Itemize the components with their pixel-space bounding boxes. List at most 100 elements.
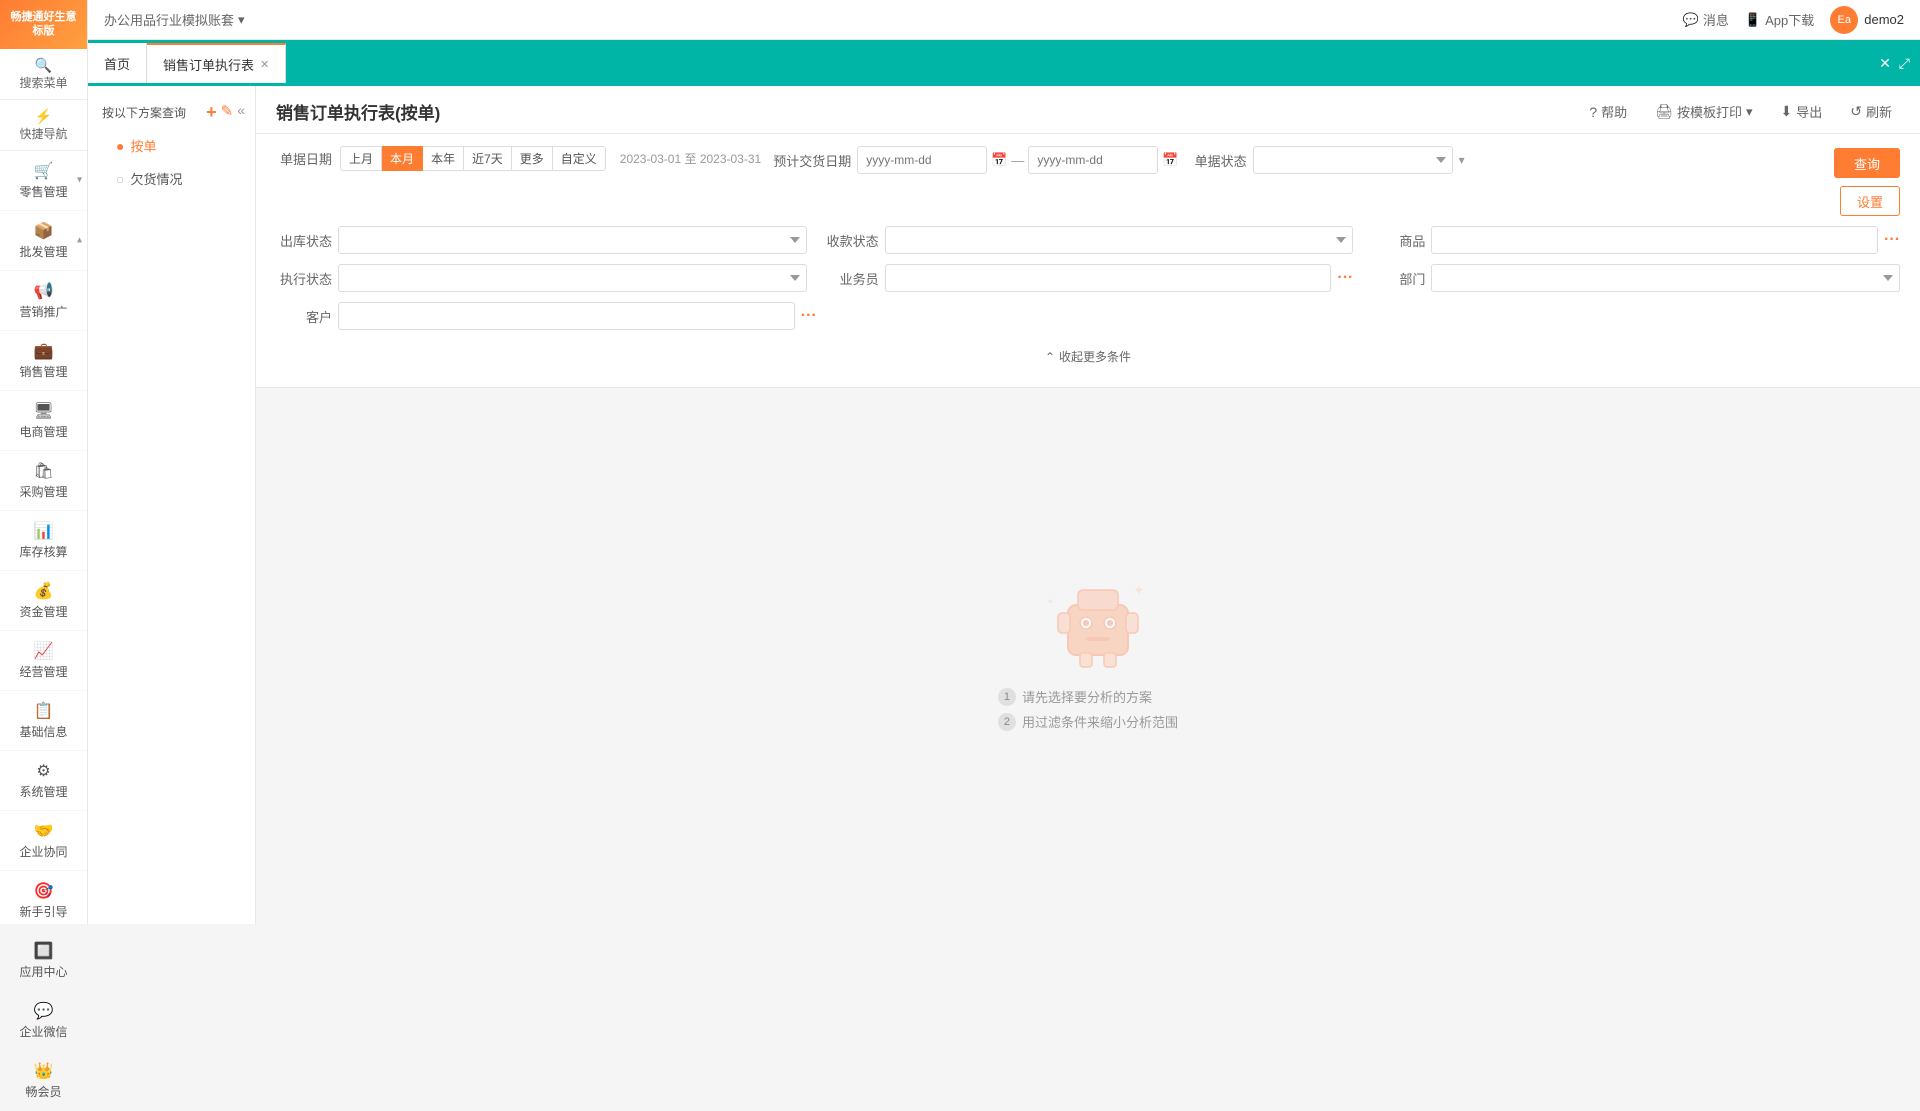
empty-illustration: ✦ ✦ [1038, 575, 1138, 675]
filter-row-4: 客户 ··· [276, 302, 1900, 330]
sidebar-item-inventory[interactable]: 📊 库存核算 [0, 511, 87, 571]
customer-group: 客户 ··· [276, 302, 817, 330]
receipt-status-select[interactable] [885, 226, 1354, 254]
topbar-title[interactable]: 办公用品行业模拟账套 ▾ [104, 10, 245, 29]
add-scheme-button[interactable]: + [206, 102, 217, 123]
inventory-icon: 📊 [34, 521, 54, 541]
user-profile[interactable]: Ea demo2 [1830, 6, 1904, 34]
collapse-panel-button[interactable]: « [237, 102, 245, 123]
page-title: 销售订单执行表(按单) [276, 99, 440, 124]
date-btn-this-year[interactable]: 本年 [423, 146, 464, 171]
scheme-item-by-order[interactable]: ● 按单 [88, 129, 255, 162]
date-btn-more[interactable]: 更多 [512, 146, 553, 171]
customer-more-icon[interactable]: ··· [801, 307, 817, 325]
customer-input[interactable] [338, 302, 795, 330]
expected-date-label: 预计交货日期 [773, 151, 851, 170]
left-panel-header: 按以下方案查询 + ✎ « [88, 96, 255, 129]
apps-icon: 🔲 [34, 941, 54, 961]
expected-date-to[interactable] [1028, 146, 1158, 174]
query-button[interactable]: 查询 [1834, 148, 1900, 178]
sidebar-quick-nav[interactable]: ⚡ 快捷导航 [0, 100, 87, 151]
receipt-status-label: 收款状态 [823, 231, 879, 250]
filter-row-3: 执行状态 业务员 ··· 部门 [276, 264, 1900, 292]
sidebar-item-system[interactable]: ⚙ 系统管理 [0, 751, 87, 811]
doc-status-select[interactable] [1253, 146, 1453, 174]
expected-date-group: 预计交货日期 📅 — 📅 [773, 146, 1178, 174]
goods-input[interactable] [1431, 226, 1878, 254]
date-btn-7days[interactable]: 近7天 [464, 146, 512, 171]
left-panel: 按以下方案查询 + ✎ « ● 按单 ○ 欠货情况 [88, 86, 256, 924]
sidebar-item-corp[interactable]: 🤝 企业协同 [0, 811, 87, 871]
by-order-icon: ● [116, 138, 124, 154]
export-icon: ⬇ [1781, 103, 1793, 120]
date-btn-custom[interactable]: 自定义 [553, 146, 606, 171]
sidebar-item-marketing[interactable]: 📢 营销推广 [0, 271, 87, 331]
date-label: 单据日期 [276, 149, 332, 168]
date-to-calendar-icon[interactable]: 📅 [1162, 152, 1178, 168]
topbar-right: 💬 消息 📱 App下载 Ea demo2 [1683, 6, 1904, 34]
purchase-icon: 🛍 [33, 461, 53, 481]
edit-scheme-button[interactable]: ✎ [221, 102, 234, 123]
topbar: 办公用品行业模拟账套 ▾ 💬 消息 📱 App下载 Ea demo2 [88, 0, 1920, 40]
main-content: ✦ ✦ 1 请先选择要分析的方案 2 用过滤条件来缩小分析范围 [256, 388, 1920, 924]
sidebar-item-wholesale[interactable]: 📦 批发管理 ▴ [0, 211, 87, 271]
sales-person-more-icon[interactable]: ··· [1337, 269, 1353, 287]
export-button[interactable]: ⬇ 导出 [1773, 98, 1831, 125]
svg-text:✦: ✦ [1046, 597, 1054, 608]
doc-status-label: 单据状态 [1191, 151, 1247, 170]
main-area: 办公用品行业模拟账套 ▾ 💬 消息 📱 App下载 Ea demo2 首页 销售… [88, 0, 1920, 924]
by-debt-icon: ○ [116, 171, 124, 187]
sidebar-item-retail[interactable]: 🛒 零售管理 ▾ [0, 151, 87, 211]
tab-expand-button[interactable]: ⤢ [1899, 55, 1910, 72]
download-icon: 📱 [1745, 12, 1761, 28]
sidebar-item-wechat[interactable]: 💬 企业微信 [0, 991, 87, 1051]
tab-close-button[interactable]: ✕ [1879, 55, 1891, 72]
tab-sales-exec[interactable]: 销售订单执行表 ✕ [147, 43, 286, 83]
sidebar-item-newbie[interactable]: 🎯 新手引导 [0, 871, 87, 931]
sales-person-input[interactable] [885, 264, 1332, 292]
message-button[interactable]: 💬 消息 [1683, 10, 1729, 29]
date-range-display: 2023-03-01 至 2023-03-31 [620, 150, 761, 167]
collapse-button[interactable]: ⌃ 收起更多条件 [276, 342, 1900, 371]
sidebar-item-purchase[interactable]: 🛍 采购管理 [0, 451, 87, 511]
app-logo[interactable]: 畅捷通好生意 标版 [0, 0, 87, 49]
date-filter-group: 单据日期 上月 本月 本年 近7天 更多 自定义 2023-03-01 至 20… [276, 146, 761, 171]
operation-icon: 📈 [34, 641, 54, 661]
sidebar-search[interactable]: 🔍 搜索菜单 [0, 49, 87, 100]
customer-label: 客户 [276, 307, 332, 326]
svg-text:✦: ✦ [1133, 582, 1145, 598]
exec-status-group: 执行状态 [276, 264, 807, 292]
tab-home[interactable]: 首页 [88, 43, 147, 83]
out-status-select[interactable] [338, 226, 807, 254]
help-button[interactable]: ? 帮助 [1581, 98, 1635, 125]
date-btn-last-month[interactable]: 上月 [340, 146, 382, 171]
settings-button[interactable]: 设置 [1840, 186, 1900, 216]
exec-status-select[interactable] [338, 264, 807, 292]
refresh-button[interactable]: ↺ 刷新 [1842, 98, 1900, 125]
tab-close-icon[interactable]: ✕ [260, 58, 269, 71]
sidebar-item-basic[interactable]: 📋 基础信息 [0, 691, 87, 751]
app-download-button[interactable]: 📱 App下载 [1745, 10, 1814, 29]
print-icon: 🖨 [1655, 103, 1673, 120]
scheme-item-by-debt[interactable]: ○ 欠货情况 [88, 162, 255, 195]
sidebar-item-apps[interactable]: 🔲 应用中心 [0, 931, 87, 991]
left-panel-actions: + ✎ « [206, 102, 245, 123]
dept-select[interactable] [1431, 264, 1900, 292]
print-button[interactable]: 🖨 按模板打印 ▾ [1647, 98, 1760, 125]
date-from-calendar-icon[interactable]: 📅 [991, 152, 1007, 168]
dept-label: 部门 [1369, 269, 1425, 288]
sidebar-item-sales[interactable]: 💼 销售管理 [0, 331, 87, 391]
sidebar-item-operation[interactable]: 📈 经营管理 [0, 631, 87, 691]
sidebar-item-ecommerce[interactable]: 🖥 电商管理 [0, 391, 87, 451]
sidebar-item-finance[interactable]: 💰 资金管理 [0, 571, 87, 631]
dept-group: 部门 [1369, 264, 1900, 292]
tip-1: 1 请先选择要分析的方案 [998, 687, 1178, 706]
date-btn-this-month[interactable]: 本月 [382, 146, 423, 171]
retail-icon: 🛒 [34, 161, 54, 181]
expected-date-from[interactable] [857, 146, 987, 174]
sidebar-item-member[interactable]: 👑 畅会员 [0, 1051, 87, 1111]
system-icon: ⚙ [36, 761, 50, 781]
right-panel: 销售订单执行表(按单) ? 帮助 🖨 按模板打印 ▾ ⬇ 导出 [256, 86, 1920, 924]
tip-2: 2 用过滤条件来缩小分析范围 [998, 712, 1178, 731]
goods-more-icon[interactable]: ··· [1884, 231, 1900, 249]
